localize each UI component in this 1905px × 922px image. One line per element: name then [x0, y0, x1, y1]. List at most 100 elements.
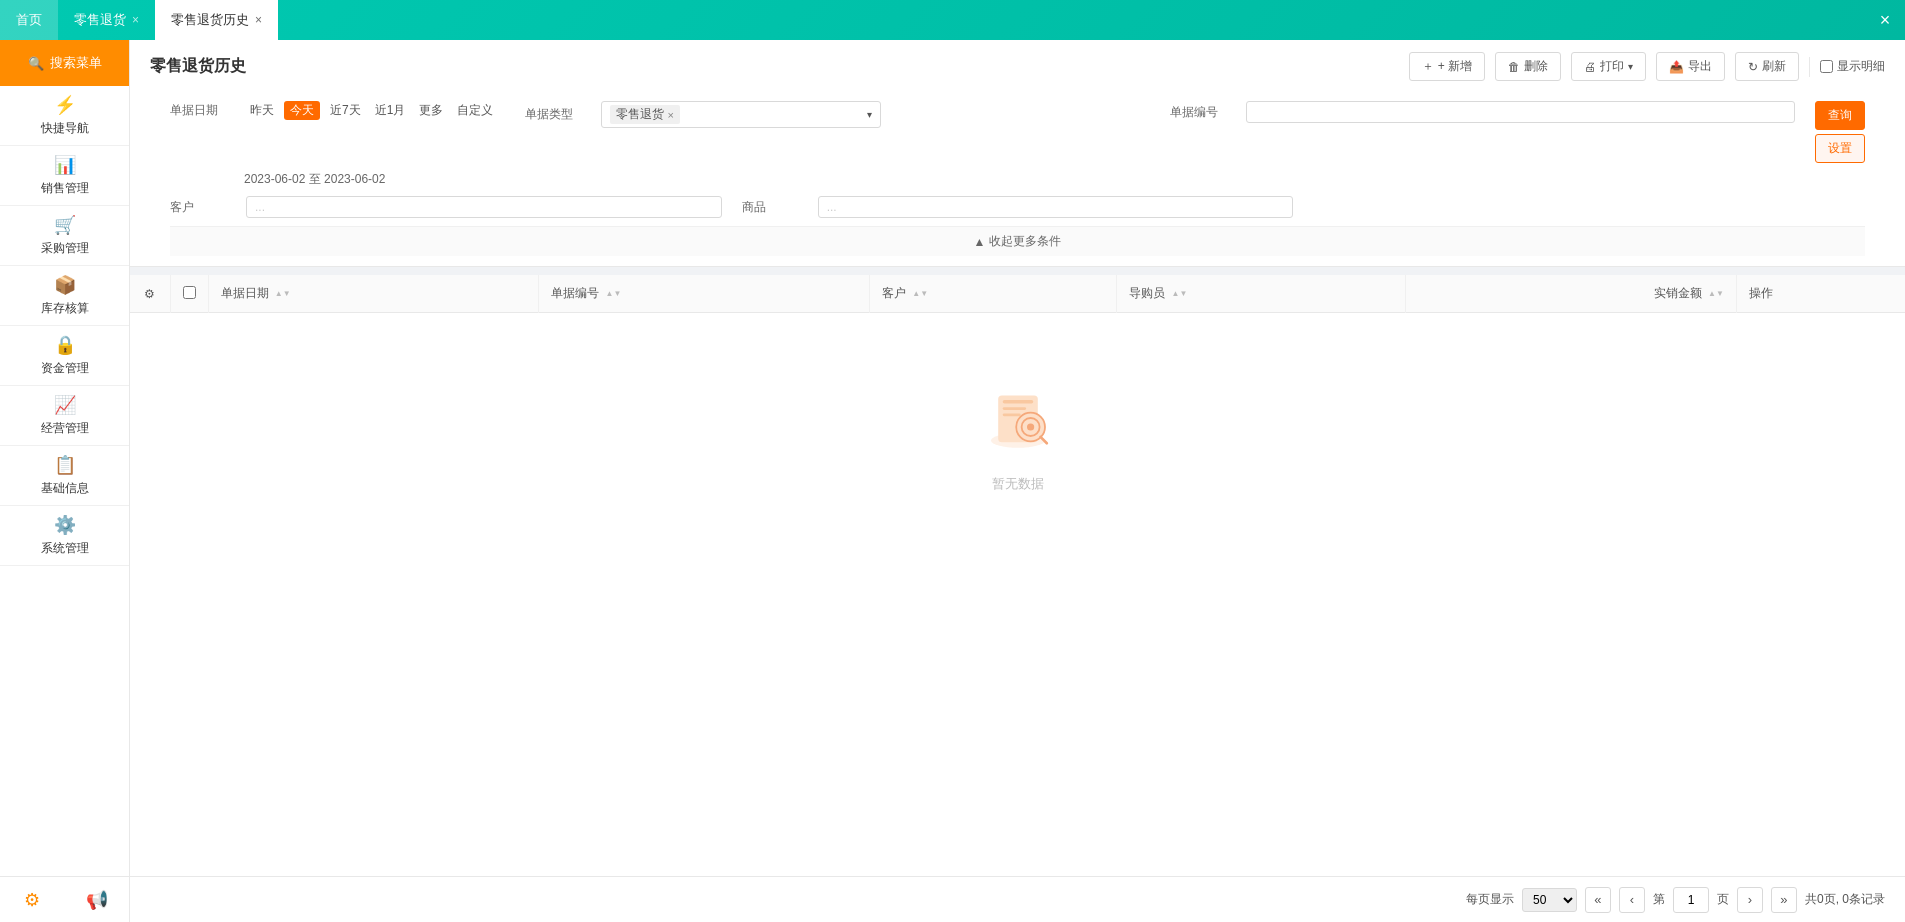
goods-placeholder: ...	[827, 200, 837, 214]
date-option-more[interactable]: 更多	[415, 101, 447, 120]
sidebar-item-finance-mgmt[interactable]: 🔒 资金管理	[0, 326, 129, 386]
export-button[interactable]: 📤 导出	[1656, 52, 1725, 81]
th-customer-label: 客户	[882, 286, 906, 300]
query-button[interactable]: 查询	[1815, 101, 1865, 130]
print-button[interactable]: 🖨 打印 ▾	[1571, 52, 1646, 81]
doc-no-input[interactable]	[1246, 101, 1795, 123]
next-page-button[interactable]: ›	[1737, 887, 1763, 913]
sidebar-item-quick-nav[interactable]: ⚡ 快捷导航	[0, 86, 129, 146]
filter-area: 单据日期 昨天 今天 近7天 近1月 更多 自定义 单据类型	[150, 91, 1885, 266]
th-gear[interactable]: ⚙	[130, 275, 170, 313]
settings-footer-button[interactable]: ⚙	[14, 882, 50, 918]
goods-filter-label: 商品	[742, 199, 812, 216]
volume-footer-button[interactable]: 📢	[79, 882, 115, 918]
svg-rect-2	[1002, 400, 1033, 404]
last-page-button[interactable]: »	[1771, 887, 1797, 913]
inventory-check-icon: 📦	[54, 274, 76, 296]
sidebar-item-base-info[interactable]: 📋 基础信息	[0, 446, 129, 506]
doc-no-text-input[interactable]	[1255, 105, 1786, 119]
show-detail-label: 显示明细	[1837, 58, 1885, 75]
print-chevron-icon: ▾	[1628, 61, 1633, 72]
tab-retail-return-history-close[interactable]: ×	[255, 13, 262, 27]
add-icon: ＋	[1422, 58, 1434, 75]
th-actions: 操作	[1736, 275, 1905, 313]
operations-mgmt-icon: 📈	[54, 394, 76, 416]
show-detail-checkbox-label[interactable]: 显示明细	[1820, 58, 1885, 75]
toolbar: ＋ + 新增 🗑 删除 🖨 打印 ▾ 📤 导出	[1409, 52, 1885, 81]
th-doc-date[interactable]: 单据日期 ▲▼	[208, 275, 539, 313]
top-bar: 首页 零售退货 × 零售退货历史 × ×	[0, 0, 1905, 40]
sidebar-item-finance-mgmt-label: 资金管理	[41, 360, 89, 377]
per-page-select[interactable]: 50 100	[1522, 888, 1577, 912]
empty-state-text: 暂无数据	[992, 475, 1044, 493]
filter-collapse-button[interactable]: ▲ 收起更多条件	[170, 226, 1865, 256]
th-checkbox[interactable]	[170, 275, 208, 313]
select-all-checkbox[interactable]	[183, 286, 196, 299]
page-title: 零售退货历史	[150, 56, 246, 77]
refresh-button[interactable]: ↻ 刷新	[1735, 52, 1799, 81]
th-guide-label: 导购员	[1129, 286, 1165, 300]
date-option-yesterday[interactable]: 昨天	[246, 101, 278, 120]
sidebar-item-system-mgmt-label: 系统管理	[41, 540, 89, 557]
th-guide[interactable]: 导购员 ▲▼	[1117, 275, 1406, 313]
toolbar-divider	[1809, 57, 1810, 77]
tab-retail-return[interactable]: 零售退货 ×	[58, 0, 155, 40]
gear-icon[interactable]: ⚙	[144, 287, 155, 301]
sidebar-item-sales-mgmt[interactable]: 📊 销售管理	[0, 146, 129, 206]
sidebar-search-label: 搜索菜单	[50, 54, 102, 72]
th-amount[interactable]: 实销金额 ▲▼	[1406, 275, 1737, 313]
sort-arrows-guide: ▲▼	[1172, 289, 1188, 298]
tab-home[interactable]: 首页	[0, 0, 58, 40]
th-customer[interactable]: 客户 ▲▼	[869, 275, 1116, 313]
prev-page-button[interactable]: ‹	[1619, 887, 1645, 913]
sidebar-search[interactable]: 🔍 搜索菜单	[0, 40, 129, 86]
doc-type-tag-value: 零售退货	[616, 106, 664, 123]
goods-input[interactable]: ...	[818, 196, 1294, 218]
sidebar-item-system-mgmt[interactable]: ⚙️ 系统管理	[0, 506, 129, 566]
th-amount-label: 实销金额	[1654, 286, 1702, 300]
refresh-icon: ↻	[1748, 60, 1758, 74]
doc-type-dropdown[interactable]: 零售退货 × ▾	[601, 101, 881, 128]
sidebar-item-inventory-check[interactable]: 📦 库存核算	[0, 266, 129, 326]
date-option-last7days[interactable]: 近7天	[326, 101, 365, 120]
tab-retail-return-close[interactable]: ×	[132, 13, 139, 27]
tab-retail-return-history[interactable]: 零售退货历史 ×	[155, 0, 278, 40]
finance-mgmt-icon: 🔒	[54, 334, 76, 356]
sidebar: 🔍 搜索菜单 ⚡ 快捷导航 📊 销售管理 🛒 采购管理 📦 库存核算 🔒	[0, 40, 130, 922]
sidebar-item-base-info-label: 基础信息	[41, 480, 89, 497]
date-option-lastmonth[interactable]: 近1月	[371, 101, 410, 120]
add-button-label: + 新增	[1438, 58, 1472, 75]
date-option-today[interactable]: 今天	[284, 101, 320, 120]
date-range-display: 2023-06-02 至 2023-06-02	[244, 171, 385, 188]
tab-home-label: 首页	[16, 11, 42, 29]
date-options: 昨天 今天 近7天 近1月 更多 自定义	[246, 101, 497, 120]
settings-filter-button[interactable]: 设置	[1815, 134, 1865, 163]
page-number-input[interactable]	[1673, 887, 1709, 913]
sidebar-item-operations-mgmt[interactable]: 📈 经营管理	[0, 386, 129, 446]
doc-type-tag-close[interactable]: ×	[667, 109, 673, 121]
filter-collapse-label: 收起更多条件	[989, 233, 1061, 250]
show-detail-checkbox[interactable]	[1820, 60, 1833, 73]
svg-rect-4	[1002, 414, 1020, 417]
add-button[interactable]: ＋ + 新增	[1409, 52, 1485, 81]
window-close-button[interactable]: ×	[1865, 0, 1905, 40]
refresh-button-label: 刷新	[1762, 58, 1786, 75]
page-text: 第	[1653, 891, 1665, 908]
table-wrap: ⚙ 单据日期 ▲▼ 单据编号 ▲▼	[130, 275, 1905, 876]
tab-bar: 首页 零售退货 × 零售退货历史 ×	[0, 0, 1865, 40]
sidebar-item-purchase-mgmt[interactable]: 🛒 采购管理	[0, 206, 129, 266]
first-page-button[interactable]: «	[1585, 887, 1611, 913]
tab-retail-return-label: 零售退货	[74, 11, 126, 29]
collapse-icon: ▲	[974, 235, 986, 249]
th-doc-no[interactable]: 单据编号 ▲▼	[539, 275, 870, 313]
th-doc-date-label: 单据日期	[221, 286, 269, 300]
customer-placeholder: ...	[255, 200, 265, 214]
export-button-label: 导出	[1688, 58, 1712, 75]
sidebar-item-purchase-mgmt-label: 采购管理	[41, 240, 89, 257]
delete-button[interactable]: 🗑 删除	[1495, 52, 1561, 81]
doc-date-filter-label: 单据日期	[170, 102, 240, 119]
sort-arrows-customer: ▲▼	[912, 289, 928, 298]
customer-input[interactable]: ...	[246, 196, 722, 218]
delete-button-label: 删除	[1524, 58, 1548, 75]
date-option-custom[interactable]: 自定义	[453, 101, 497, 120]
